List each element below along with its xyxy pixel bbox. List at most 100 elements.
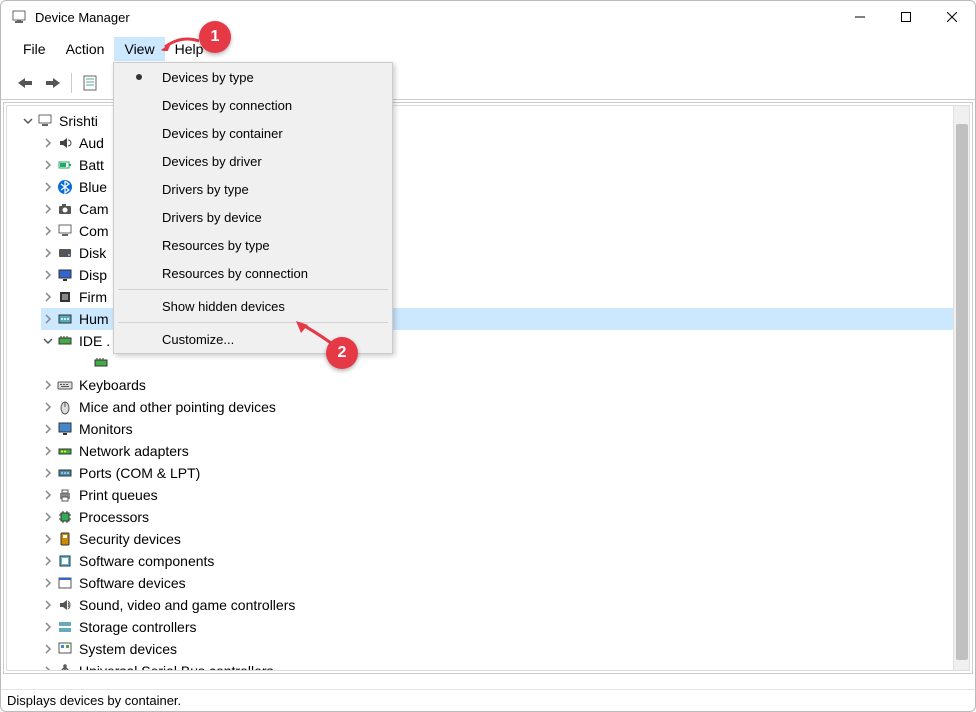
node-label: Print queues <box>79 487 158 503</box>
node-label: Monitors <box>79 421 133 437</box>
menu-devices-by-container[interactable]: Devices by container <box>114 119 392 147</box>
monitor-icon <box>57 421 73 437</box>
chevron-right-icon[interactable] <box>41 422 55 436</box>
tree-node-row[interactable]: Ports (COM & LPT) <box>41 462 965 484</box>
system-icon <box>57 641 73 657</box>
chevron-down-icon[interactable] <box>21 114 35 128</box>
chevron-right-icon[interactable] <box>41 312 55 326</box>
dropdown-label: Devices by driver <box>162 154 262 169</box>
node-label: Firm <box>79 289 107 305</box>
tree-node-row[interactable]: Sound, video and game controllers <box>41 594 965 616</box>
menu-action[interactable]: Action <box>56 37 115 61</box>
chevron-right-icon[interactable] <box>41 180 55 194</box>
node-label: Software devices <box>79 575 186 591</box>
node-label: IDE . <box>79 333 110 349</box>
menu-resources-by-connection[interactable]: Resources by connection <box>114 259 392 287</box>
chevron-right-icon[interactable] <box>41 246 55 260</box>
node-label: Security devices <box>79 531 181 547</box>
node-label: Ports (COM & LPT) <box>79 465 200 481</box>
port-icon <box>57 465 73 481</box>
firmware-icon <box>57 289 73 305</box>
menu-devices-by-driver[interactable]: Devices by driver <box>114 147 392 175</box>
callout-arrow-icon <box>161 33 201 51</box>
tree-node-row[interactable]: Security devices <box>41 528 965 550</box>
back-button[interactable] <box>13 71 37 95</box>
vertical-scrollbar[interactable] <box>953 106 969 670</box>
properties-button[interactable] <box>78 71 102 95</box>
computer-icon <box>37 113 53 129</box>
chevron-right-icon[interactable] <box>41 488 55 502</box>
chevron-right-icon[interactable] <box>41 554 55 568</box>
dropdown-separator <box>118 322 388 323</box>
chevron-right-icon[interactable] <box>41 136 55 150</box>
tree-node-row[interactable]: Monitors <box>41 418 965 440</box>
menu-devices-by-connection[interactable]: Devices by connection <box>114 91 392 119</box>
tree-node-row[interactable]: Network adapters <box>41 440 965 462</box>
dropdown-label: Resources by type <box>162 238 270 253</box>
chevron-right-icon[interactable] <box>41 224 55 238</box>
menu-view[interactable]: View <box>114 37 164 61</box>
app-icon <box>11 9 27 25</box>
chevron-right-icon[interactable] <box>41 620 55 634</box>
tree-node-row[interactable]: Mice and other pointing devices <box>41 396 965 418</box>
printer-icon <box>57 487 73 503</box>
tree-node-row[interactable]: Keyboards <box>41 374 965 396</box>
network-icon <box>57 443 73 459</box>
node-label: Aud <box>79 135 104 151</box>
chevron-right-icon[interactable] <box>41 378 55 392</box>
tree-node-row[interactable]: Processors <box>41 506 965 528</box>
security-icon <box>57 531 73 547</box>
chevron-right-icon[interactable] <box>41 642 55 656</box>
tree-node-row[interactable]: Software components <box>41 550 965 572</box>
menu-show-hidden-devices[interactable]: Show hidden devices <box>114 292 392 320</box>
node-label: Disp <box>79 267 107 283</box>
node-label: Blue <box>79 179 107 195</box>
tree-node-row[interactable]: System devices <box>41 638 965 660</box>
tree-node-row[interactable]: Storage controllers <box>41 616 965 638</box>
chevron-right-icon[interactable] <box>41 202 55 216</box>
chevron-right-icon[interactable] <box>41 400 55 414</box>
chevron-right-icon[interactable] <box>41 510 55 524</box>
bullet-icon <box>136 74 142 80</box>
minimize-button[interactable] <box>837 1 883 33</box>
chevron-right-icon[interactable] <box>41 290 55 304</box>
mouse-icon <box>57 399 73 415</box>
chevron-right-icon[interactable] <box>41 532 55 546</box>
chevron-right-icon[interactable] <box>41 158 55 172</box>
close-button[interactable] <box>929 1 975 33</box>
menu-drivers-by-device[interactable]: Drivers by device <box>114 203 392 231</box>
node-label: Network adapters <box>79 443 189 459</box>
menu-resources-by-type[interactable]: Resources by type <box>114 231 392 259</box>
scrollbar-thumb[interactable] <box>956 124 968 660</box>
menu-drivers-by-type[interactable]: Drivers by type <box>114 175 392 203</box>
tree-node-row[interactable] <box>41 352 965 374</box>
tree-node-row[interactable]: Print queues <box>41 484 965 506</box>
dropdown-label: Show hidden devices <box>162 299 285 314</box>
usb-icon <box>57 663 73 670</box>
chevron-right-icon[interactable] <box>41 444 55 458</box>
chevron-right-icon[interactable] <box>41 576 55 590</box>
bluetooth-icon <box>57 179 73 195</box>
dropdown-label: Devices by container <box>162 126 283 141</box>
chevron-right-icon[interactable] <box>41 598 55 612</box>
tree-node-row[interactable]: Software devices <box>41 572 965 594</box>
node-label: Sound, video and game controllers <box>79 597 295 613</box>
dropdown-label: Devices by type <box>162 70 254 85</box>
display-icon <box>57 267 73 283</box>
chevron-right-icon[interactable] <box>41 664 55 670</box>
node-label: Batt <box>79 157 104 173</box>
maximize-button[interactable] <box>883 1 929 33</box>
battery-icon <box>57 157 73 173</box>
titlebar: Device Manager <box>1 1 975 33</box>
menu-file[interactable]: File <box>13 37 56 61</box>
tree-node-row[interactable]: Universal Serial Bus controllers <box>41 660 965 670</box>
dropdown-label: Resources by connection <box>162 266 308 281</box>
chevron-right-icon[interactable] <box>41 466 55 480</box>
node-label: Processors <box>79 509 149 525</box>
node-label: Software components <box>79 553 214 569</box>
chevron-down-icon[interactable] <box>41 334 55 348</box>
forward-button[interactable] <box>41 71 65 95</box>
chevron-right-icon[interactable] <box>41 268 55 282</box>
dropdown-label: Drivers by device <box>162 210 262 225</box>
menu-devices-by-type[interactable]: Devices by type <box>114 63 392 91</box>
